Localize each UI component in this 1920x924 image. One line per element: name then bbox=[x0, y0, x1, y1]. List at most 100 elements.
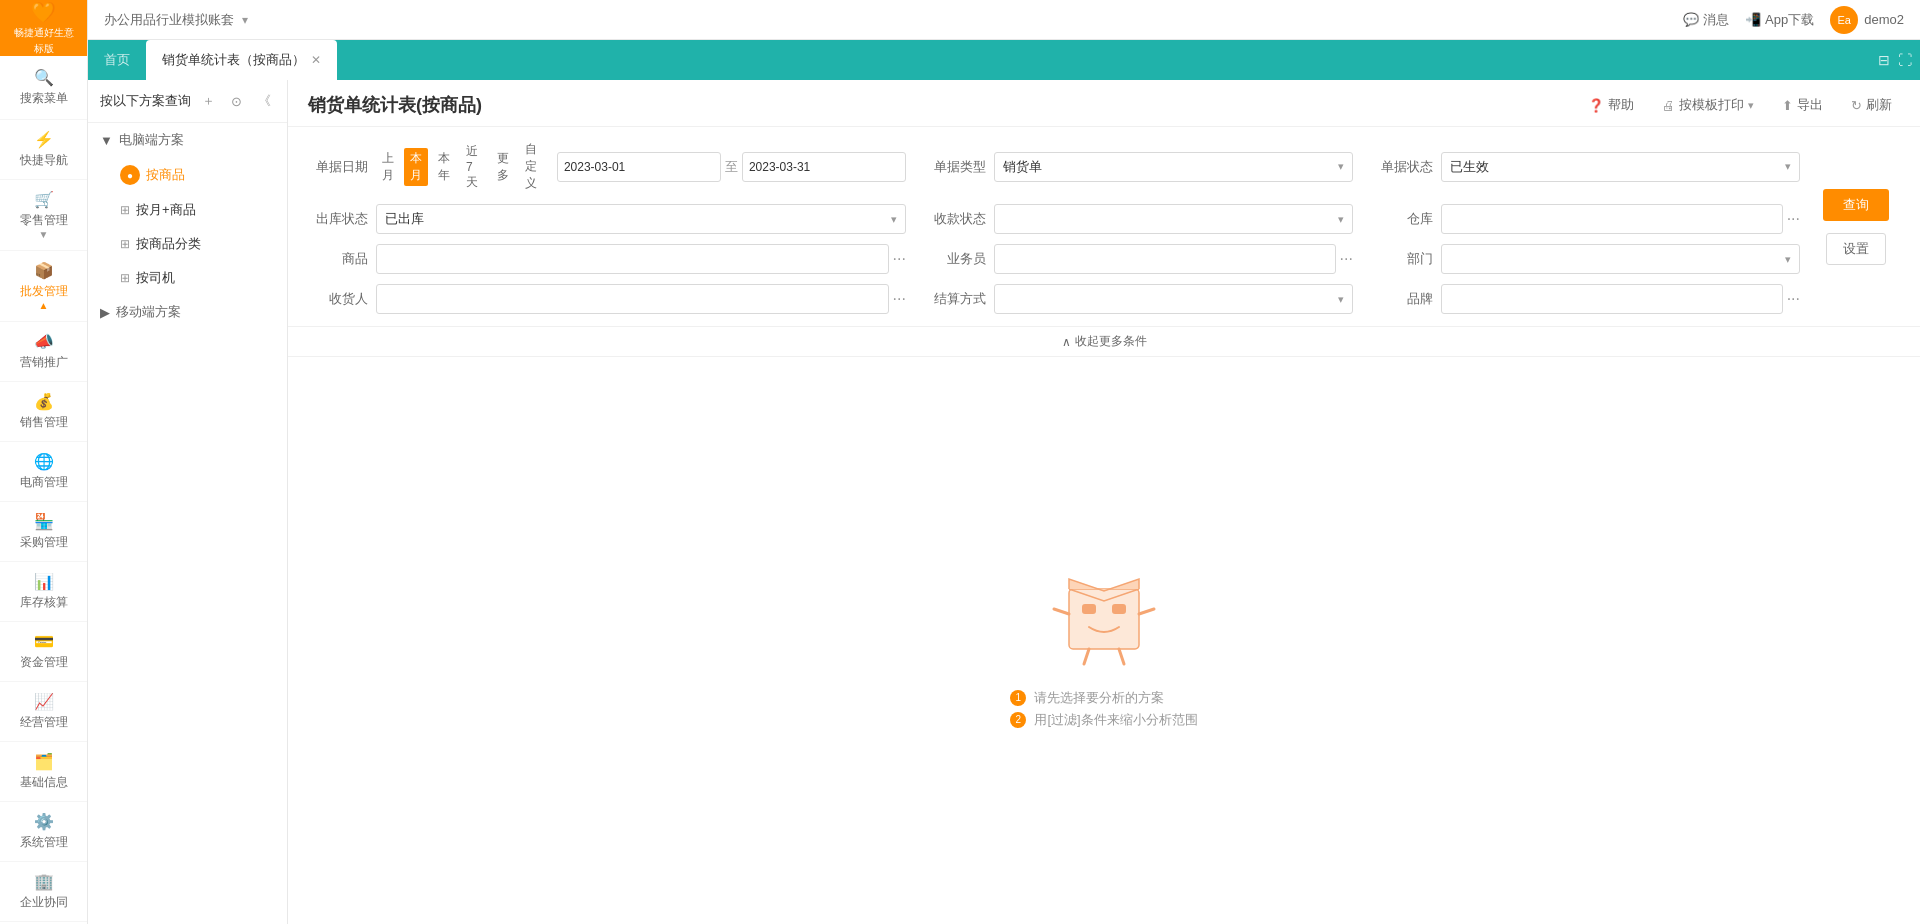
warehouse-input[interactable] bbox=[1441, 204, 1783, 234]
add-scheme-btn[interactable]: ＋ bbox=[197, 90, 219, 112]
date-more[interactable]: 更多 bbox=[491, 148, 515, 186]
sidebar-item-purchase[interactable]: 🏪 采购管理 bbox=[0, 502, 88, 562]
sidebar-item-marketing[interactable]: 📣 营销推广 bbox=[0, 322, 88, 382]
date-to-input[interactable] bbox=[742, 152, 906, 182]
date-last-month[interactable]: 上月 bbox=[376, 148, 400, 186]
payment-select[interactable]: ▾ bbox=[994, 284, 1353, 314]
warehouse-dots[interactable]: ··· bbox=[1787, 210, 1800, 228]
user-btn[interactable]: Ea demo2 bbox=[1830, 6, 1904, 34]
refresh-btn[interactable]: ↻ 刷新 bbox=[1843, 92, 1900, 118]
sidebar-item-ecom[interactable]: 🌐 电商管理 bbox=[0, 442, 88, 502]
app-download-btn[interactable]: 📲 App下载 bbox=[1745, 11, 1814, 29]
doc-type-select[interactable]: 销货单 ▾ bbox=[994, 152, 1353, 182]
salesman-dots[interactable]: ··· bbox=[1340, 250, 1353, 268]
filter-row-2: 出库状态 已出库 ▾ 收款状态 bbox=[308, 204, 1800, 234]
sidebar-system-label: 系统管理 bbox=[20, 834, 68, 851]
query-button[interactable]: 查询 bbox=[1823, 189, 1889, 221]
topbar-left: 办公用品行业模拟账套 ▾ bbox=[104, 11, 248, 29]
date-this-year[interactable]: 本年 bbox=[432, 148, 456, 186]
sidebar-basics-label: 基础信息 bbox=[20, 774, 68, 791]
quicknav-icon: ⚡ bbox=[34, 130, 54, 149]
sidebar-item-quicknav[interactable]: ⚡ 快捷导航 bbox=[0, 120, 88, 180]
export-btn[interactable]: ⬆ 导出 bbox=[1774, 92, 1831, 118]
collapse-panel-btn[interactable]: 《 bbox=[253, 90, 275, 112]
empty-illustration bbox=[1044, 549, 1164, 669]
sidebar-item-system[interactable]: ⚙️ 系统管理 bbox=[0, 802, 88, 862]
sidebar-item-operations[interactable]: 📈 经营管理 bbox=[0, 682, 88, 742]
user-avatar: Ea bbox=[1830, 6, 1858, 34]
tree-section-mobile-header[interactable]: ▶ 移动端方案 bbox=[88, 295, 287, 329]
wholesale-icon: 📦 bbox=[34, 261, 54, 280]
retail-chevron: ▼ bbox=[39, 229, 49, 240]
tree-item-by-goods[interactable]: ● 按商品 bbox=[88, 157, 287, 193]
sidebar-item-retail[interactable]: 🛒 零售管理 ▼ bbox=[0, 180, 88, 251]
main-area: 办公用品行业模拟账套 ▾ 💬 消息 📲 App下载 Ea demo2 首页 销货… bbox=[88, 0, 1920, 924]
tab-home[interactable]: 首页 bbox=[88, 40, 146, 80]
message-btn[interactable]: 💬 消息 bbox=[1683, 11, 1729, 29]
date-this-month[interactable]: 本月 bbox=[404, 148, 428, 186]
receiver-dots[interactable]: ··· bbox=[893, 290, 906, 308]
tab-minimize-icon[interactable]: ⊟ bbox=[1878, 52, 1890, 68]
warehouse-control: ··· bbox=[1441, 204, 1800, 234]
app-download-icon: 📲 bbox=[1745, 12, 1761, 27]
doc-status-select[interactable]: 已生效 ▾ bbox=[1441, 152, 1800, 182]
template-print-btn[interactable]: 🖨 按模板打印 ▾ bbox=[1654, 92, 1762, 118]
brand-input[interactable] bbox=[1441, 284, 1783, 314]
help-icon: ❓ bbox=[1588, 98, 1604, 113]
svg-rect-2 bbox=[1112, 604, 1126, 614]
tab-report-close[interactable]: ✕ bbox=[311, 53, 321, 67]
tree-item-by-goods-cat-icon: ⊞ bbox=[120, 237, 130, 251]
sidebar-ecom-label: 电商管理 bbox=[20, 474, 68, 491]
filter-out-status: 出库状态 已出库 ▾ bbox=[308, 204, 906, 234]
date-sep: 至 bbox=[725, 158, 738, 176]
tab-home-label: 首页 bbox=[104, 51, 130, 69]
collapse-bar[interactable]: ∧ 收起更多条件 bbox=[288, 327, 1920, 357]
dept-label: 部门 bbox=[1373, 250, 1433, 268]
tree-item-by-driver[interactable]: ⊞ 按司机 bbox=[88, 261, 287, 295]
sidebar-item-inventory[interactable]: 📊 库存核算 bbox=[0, 562, 88, 622]
finance-icon: 💳 bbox=[34, 632, 54, 651]
sidebar-item-sales[interactable]: 💰 销售管理 bbox=[0, 382, 88, 442]
date-from-input[interactable] bbox=[557, 152, 721, 182]
help-btn[interactable]: ❓ 帮助 bbox=[1580, 92, 1642, 118]
brand-dots[interactable]: ··· bbox=[1787, 290, 1800, 308]
payment-control: ▾ bbox=[994, 284, 1353, 314]
page-header: 销货单统计表(按商品) ❓ 帮助 🖨 按模板打印 ▾ ⬆ 导出 bbox=[288, 80, 1920, 127]
refresh-icon: ↻ bbox=[1851, 98, 1862, 113]
filter-salesman: 业务员 ··· bbox=[926, 244, 1353, 274]
sidebar-retail-label: 零售管理 bbox=[20, 212, 68, 229]
tree-item-by-goods-cat[interactable]: ⊞ 按商品分类 bbox=[88, 227, 287, 261]
filter-warehouse: 仓库 ··· bbox=[1373, 204, 1800, 234]
sidebar-item-enterprise[interactable]: 🏢 企业协同 bbox=[0, 862, 88, 922]
sidebar-item-wholesale[interactable]: 📦 批发管理 ▲ bbox=[0, 251, 88, 322]
brand-label: 品牌 bbox=[1373, 290, 1433, 308]
filter-doc-type: 单据类型 销货单 ▾ bbox=[926, 152, 1353, 182]
out-status-select[interactable]: 已出库 ▾ bbox=[376, 204, 906, 234]
date-7days[interactable]: 近7天 bbox=[460, 141, 487, 193]
sidebar-item-basics[interactable]: 🗂️ 基础信息 bbox=[0, 742, 88, 802]
tab-fullscreen-icon[interactable]: ⛶ bbox=[1898, 52, 1912, 68]
tab-report[interactable]: 销货单统计表（按商品） ✕ bbox=[146, 40, 337, 80]
tree-section-pc-header[interactable]: ▼ 电脑端方案 bbox=[88, 123, 287, 157]
settings-scheme-btn[interactable]: ⊙ bbox=[225, 90, 247, 112]
empty-hints: 1 请先选择要分析的方案 2 用[过滤]条件来缩小分析范围 bbox=[1010, 689, 1197, 733]
doc-type-label: 单据类型 bbox=[926, 158, 986, 176]
receiver-input[interactable] bbox=[376, 284, 889, 314]
receipt-status-select[interactable]: ▾ bbox=[994, 204, 1353, 234]
goods-dots[interactable]: ··· bbox=[893, 250, 906, 268]
salesman-input[interactable] bbox=[994, 244, 1336, 274]
refresh-label: 刷新 bbox=[1866, 96, 1892, 114]
date-custom[interactable]: 自定义 bbox=[519, 139, 549, 194]
salesman-label: 业务员 bbox=[926, 250, 986, 268]
filter-goods: 商品 ··· bbox=[308, 244, 906, 274]
left-panel-actions: ＋ ⊙ 《 bbox=[197, 90, 275, 112]
sidebar-search[interactable]: 🔍 搜索菜单 bbox=[0, 56, 88, 120]
dept-arrow: ▾ bbox=[1785, 253, 1791, 266]
page-header-actions: ❓ 帮助 🖨 按模板打印 ▾ ⬆ 导出 ↻ 刷新 bbox=[1580, 92, 1900, 118]
date-quick-btns: 上月 本月 本年 近7天 更多 自定义 bbox=[376, 139, 549, 194]
goods-input[interactable] bbox=[376, 244, 889, 274]
dept-select[interactable]: ▾ bbox=[1441, 244, 1800, 274]
sidebar-item-finance[interactable]: 💳 资金管理 bbox=[0, 622, 88, 682]
tree-item-by-month-goods[interactable]: ⊞ 按月+商品 bbox=[88, 193, 287, 227]
settings-button[interactable]: 设置 bbox=[1826, 233, 1886, 265]
